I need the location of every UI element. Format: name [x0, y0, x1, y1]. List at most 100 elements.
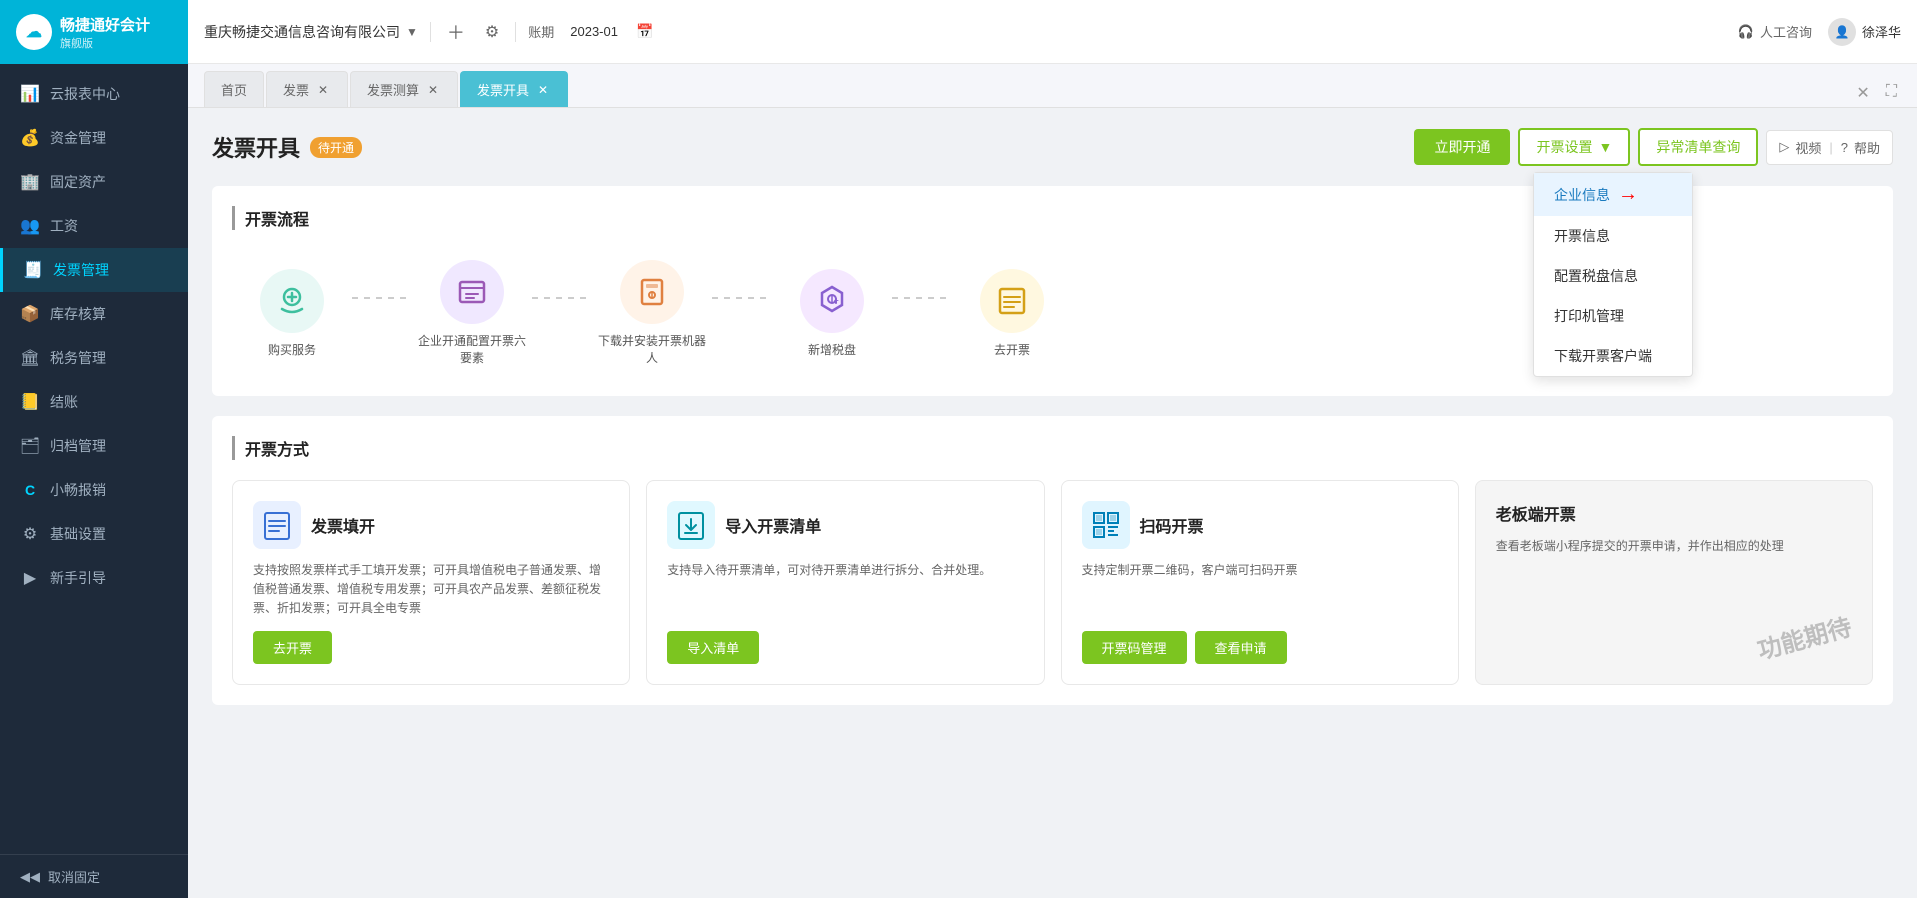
tab-issue-close[interactable]: ✕ — [535, 82, 551, 98]
sidebar-item-yunbao[interactable]: 📊 云报表中心 — [0, 72, 188, 116]
tab-invoice-calc[interactable]: 发票测算 ✕ — [350, 71, 458, 107]
billing-card-scan-header: 扫码开票 — [1082, 501, 1438, 549]
flow-line-2 — [532, 297, 592, 299]
download-icon — [634, 274, 670, 310]
dropdown-item-printer[interactable]: 打印机管理 — [1534, 296, 1692, 336]
headset-icon: 🎧 — [1738, 24, 1754, 40]
invoice-icon: 🧾 — [23, 260, 43, 280]
header-divider-2 — [515, 22, 516, 42]
close-window-button[interactable]: ✕ — [1852, 79, 1873, 107]
svg-text:+: + — [834, 296, 839, 305]
add-company-button[interactable]: ＋ — [443, 15, 469, 49]
flow-step-4: + 新增税盘 — [772, 269, 892, 358]
play-circle-icon: ▷ — [1779, 139, 1789, 155]
config-icon — [454, 274, 490, 310]
sidebar: ☁ 畅捷通好会计 旗舰版 📊 云报表中心 💰 资金管理 🏢 固定资产 👥 — [0, 0, 188, 898]
archive-icon: 🗂 — [20, 436, 40, 456]
money-icon: 💰 — [20, 128, 40, 148]
billing-section: 开票方式 — [212, 416, 1893, 705]
app-header: 重庆畅捷交通信息咨询有限公司 ▼ ＋ ⚙ 账期 2023-01 📅 🎧 人工咨询… — [188, 0, 1917, 64]
fill-invoice-icon — [253, 501, 301, 549]
billing-card-scan: 扫码开票 支持定制开票二维码，客户端可扫码开票 开票码管理 查看申请 — [1061, 480, 1459, 685]
dropdown-item-tax-config[interactable]: 配置税盘信息 — [1534, 256, 1692, 296]
billing-section-title: 开票方式 — [232, 436, 1873, 460]
header-settings-icon[interactable]: ⚙ — [481, 18, 503, 46]
sidebar-item-gongzi[interactable]: 👥 工资 — [0, 204, 188, 248]
header-actions: 立即开通 开票设置 ▼ 异常清单查询 ▷ 视频 | ? 帮助 — [1414, 128, 1893, 166]
tabs-bar: 首页 发票 ✕ 发票测算 ✕ 发票开具 ✕ ✕ ⛶ — [188, 64, 1917, 108]
sidebar-item-fapiao[interactable]: 🧾 发票管理 — [0, 248, 188, 292]
buy-service-icon — [274, 283, 310, 319]
import-invoice-icon — [667, 501, 715, 549]
overlay-badge: 功能期待 — [1753, 607, 1855, 666]
sidebar-logo: ☁ 畅捷通好会计 旗舰版 — [0, 0, 188, 64]
sidebar-item-settings[interactable]: ⚙ 基础设置 — [0, 512, 188, 556]
page-title: 发票开具 — [212, 131, 300, 163]
billing-grid: 发票填开 支持按照发票样式手工填开发票；可开具增值税电子普通发票、增值税普通发票… — [232, 480, 1873, 685]
tab-home[interactable]: 首页 — [204, 71, 264, 107]
taxdisk-icon: + — [814, 283, 850, 319]
billing-card-import: 导入开票清单 支持导入待开票清单，可对待开票清单进行拆分、合并处理。 导入清单 — [646, 480, 1044, 685]
sidebar-item-shuiwu[interactable]: 🏛 税务管理 — [0, 336, 188, 380]
sidebar-item-jiezhang[interactable]: 📒 结账 — [0, 380, 188, 424]
tab-invoice-issue[interactable]: 发票开具 ✕ — [460, 71, 568, 107]
flow-line-4 — [892, 297, 952, 299]
settings-button[interactable]: 开票设置 ▼ — [1518, 128, 1630, 166]
fill-invoice-button[interactable]: 去开票 — [253, 631, 332, 664]
flow-step-5: 去开票 — [952, 269, 1072, 358]
tab-calc-close[interactable]: ✕ — [425, 82, 441, 98]
settings-chevron-icon: ▼ — [1598, 139, 1612, 155]
flow-step-1: 购买服务 — [232, 269, 352, 358]
step-icon-taxdisk: + — [800, 269, 864, 333]
goto-invoice-icon — [994, 283, 1030, 319]
pin-icon: ◀◀ — [20, 869, 40, 885]
qrcode-manage-button[interactable]: 开票码管理 — [1082, 631, 1187, 664]
view-application-button[interactable]: 查看申请 — [1195, 631, 1287, 664]
billing-card-boss-header: 老板端开票 — [1496, 501, 1852, 525]
billing-card-boss: 老板端开票 查看老板端小程序提交的开票申请，并作出相应的处理 功能期待 — [1475, 480, 1873, 685]
settings-dropdown: 企业信息 → 开票信息 配置税盘信息 打印机管理 下载开票客户端 — [1533, 172, 1693, 377]
billing-card-import-header: 导入开票清单 — [667, 501, 1023, 549]
billing-card-fill-header: 发票填开 — [253, 501, 609, 549]
tab-invoice[interactable]: 发票 ✕ — [266, 71, 348, 107]
activate-button[interactable]: 立即开通 — [1414, 129, 1510, 165]
box-icon: 📦 — [20, 304, 40, 324]
flow-step-3: 下载并安装开票机器人 — [592, 260, 712, 366]
flow-line-3 — [712, 297, 772, 299]
step-icon-invoice — [980, 269, 1044, 333]
consult-button[interactable]: 🎧 人工咨询 — [1738, 22, 1812, 41]
expense-icon: C — [20, 480, 40, 500]
main-area: 重庆畅捷交通信息咨询有限公司 ▼ ＋ ⚙ 账期 2023-01 📅 🎧 人工咨询… — [188, 0, 1917, 898]
company-chevron-icon: ▼ — [406, 25, 418, 39]
user-avatar: 👤 — [1828, 18, 1856, 46]
sidebar-item-baoxiao[interactable]: C 小畅报销 — [0, 468, 188, 512]
sidebar-item-guidang[interactable]: 🗂 归档管理 — [0, 424, 188, 468]
avatar-icon: 👤 — [1835, 25, 1850, 39]
video-help-button[interactable]: ▷ 视频 | ? 帮助 — [1766, 130, 1893, 165]
question-icon: ? — [1841, 140, 1848, 155]
abnormal-list-button[interactable]: 异常清单查询 — [1638, 128, 1758, 166]
scan-buttons: 开票码管理 查看申请 — [1082, 631, 1438, 664]
sidebar-bottom-action[interactable]: ◀◀ 取消固定 — [0, 854, 188, 898]
expand-window-button[interactable]: ⛶ — [1882, 79, 1901, 107]
dropdown-item-invoice-info[interactable]: 开票信息 — [1534, 216, 1692, 256]
play-icon: ▶ — [20, 568, 40, 588]
sidebar-item-guide[interactable]: ▶ 新手引导 — [0, 556, 188, 600]
logo-icon: ☁ — [16, 14, 52, 50]
dropdown-item-download-client[interactable]: 下载开票客户端 — [1534, 336, 1692, 376]
sidebar-item-kucun[interactable]: 📦 库存核算 — [0, 292, 188, 336]
logo-text: 畅捷通好会计 旗舰版 — [60, 14, 150, 51]
step-icon-download — [620, 260, 684, 324]
dropdown-item-company-info[interactable]: 企业信息 → — [1534, 173, 1692, 216]
calendar-icon[interactable]: 📅 — [636, 23, 653, 40]
building-icon: 🏢 — [20, 172, 40, 192]
tab-invoice-close[interactable]: ✕ — [315, 82, 331, 98]
company-selector[interactable]: 重庆畅捷交通信息咨询有限公司 ▼ — [204, 22, 418, 42]
import-list-button[interactable]: 导入清单 — [667, 631, 759, 664]
flow-line-1 — [352, 297, 412, 299]
user-info[interactable]: 👤 徐泽华 — [1828, 18, 1901, 46]
sidebar-item-gudingzichan[interactable]: 🏢 固定资产 — [0, 160, 188, 204]
red-arrow-indicator: → — [1618, 183, 1638, 206]
header-divider-1 — [430, 22, 431, 42]
sidebar-item-zijin[interactable]: 💰 资金管理 — [0, 116, 188, 160]
